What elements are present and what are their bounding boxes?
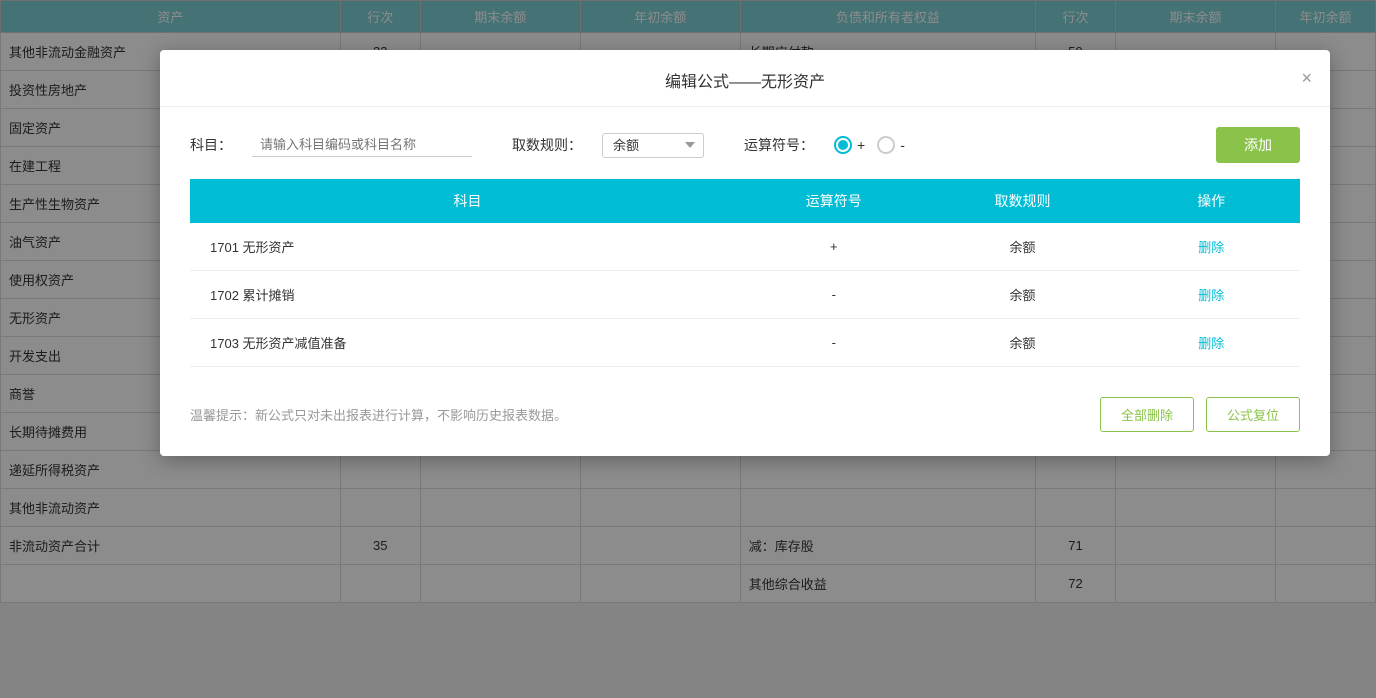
footer-buttons: 全部删除 公式复位 xyxy=(1100,397,1300,432)
th-rule: 取数规则 xyxy=(923,179,1123,223)
add-button[interactable]: 添加 xyxy=(1216,127,1300,163)
formula-subject: 1703 无形资产减值准备 xyxy=(190,319,745,367)
operator-plus-radio[interactable]: + xyxy=(834,136,865,154)
subject-label: 科目： xyxy=(190,135,232,155)
formula-action: 删除 xyxy=(1122,319,1300,367)
minus-radio-circle xyxy=(877,136,895,154)
delete-row-link[interactable]: 删除 xyxy=(1198,240,1224,255)
rule-select-wrapper: 余额 借方发生额 贷方发生额 期初余额 xyxy=(602,133,704,158)
formula-rule: 余额 xyxy=(923,271,1123,319)
formula-row: 1702 累计摊销 - 余额 删除 xyxy=(190,271,1300,319)
formula-subject: 1702 累计摊销 xyxy=(190,271,745,319)
formula-row: 1701 无形资产 + 余额 删除 xyxy=(190,223,1300,271)
reset-formula-button[interactable]: 公式复位 xyxy=(1206,397,1300,432)
rule-select[interactable]: 余额 借方发生额 贷方发生额 期初余额 xyxy=(602,133,704,158)
modal-header: 编辑公式——无形资产 × xyxy=(160,50,1330,107)
table-header: 科目 运算符号 取数规则 操作 xyxy=(190,179,1300,223)
operator-minus-radio[interactable]: - xyxy=(877,136,905,154)
modal-title: 编辑公式——无形资产 xyxy=(665,68,825,92)
delete-row-link[interactable]: 删除 xyxy=(1198,288,1224,303)
operator-radio-group: + - xyxy=(834,136,905,154)
formula-rule: 余额 xyxy=(923,223,1123,271)
footer-tip: 温馨提示：新公式只对未出报表进行计算，不影响历史报表数据。 xyxy=(190,405,567,424)
modal-close-button[interactable]: × xyxy=(1301,69,1312,87)
plus-radio-circle xyxy=(834,136,852,154)
plus-radio-label: + xyxy=(857,137,865,153)
formula-row: 1703 无形资产减值准备 - 余额 删除 xyxy=(190,319,1300,367)
rule-label: 取数规则： xyxy=(512,135,582,155)
formula-action: 删除 xyxy=(1122,271,1300,319)
subject-input[interactable] xyxy=(252,133,472,157)
formula-rule: 余额 xyxy=(923,319,1123,367)
modal-footer: 温馨提示：新公式只对未出报表进行计算，不影响历史报表数据。 全部删除 公式复位 xyxy=(160,377,1330,432)
edit-formula-modal: 编辑公式——无形资产 × 科目： 取数规则： 余额 借方发生额 贷方发生额 期初… xyxy=(160,50,1330,456)
formula-operator: - xyxy=(745,271,923,319)
th-subject: 科目 xyxy=(190,179,745,223)
formula-operator: + xyxy=(745,223,923,271)
formula-operator: - xyxy=(745,319,923,367)
formula-action: 删除 xyxy=(1122,223,1300,271)
formula-table-body: 1701 无形资产 + 余额 删除 1702 累计摊销 - 余额 删除 1703… xyxy=(190,223,1300,367)
formula-form: 科目： 取数规则： 余额 借方发生额 贷方发生额 期初余额 运算符号： + - … xyxy=(160,107,1330,179)
delete-row-link[interactable]: 删除 xyxy=(1198,336,1224,351)
th-operator: 运算符号 xyxy=(745,179,923,223)
operator-label: 运算符号： xyxy=(744,135,814,155)
delete-all-button[interactable]: 全部删除 xyxy=(1100,397,1194,432)
formula-table: 科目 运算符号 取数规则 操作 1701 无形资产 + 余额 删除 1702 累… xyxy=(190,179,1300,367)
minus-radio-label: - xyxy=(900,137,905,153)
th-action: 操作 xyxy=(1122,179,1300,223)
formula-subject: 1701 无形资产 xyxy=(190,223,745,271)
